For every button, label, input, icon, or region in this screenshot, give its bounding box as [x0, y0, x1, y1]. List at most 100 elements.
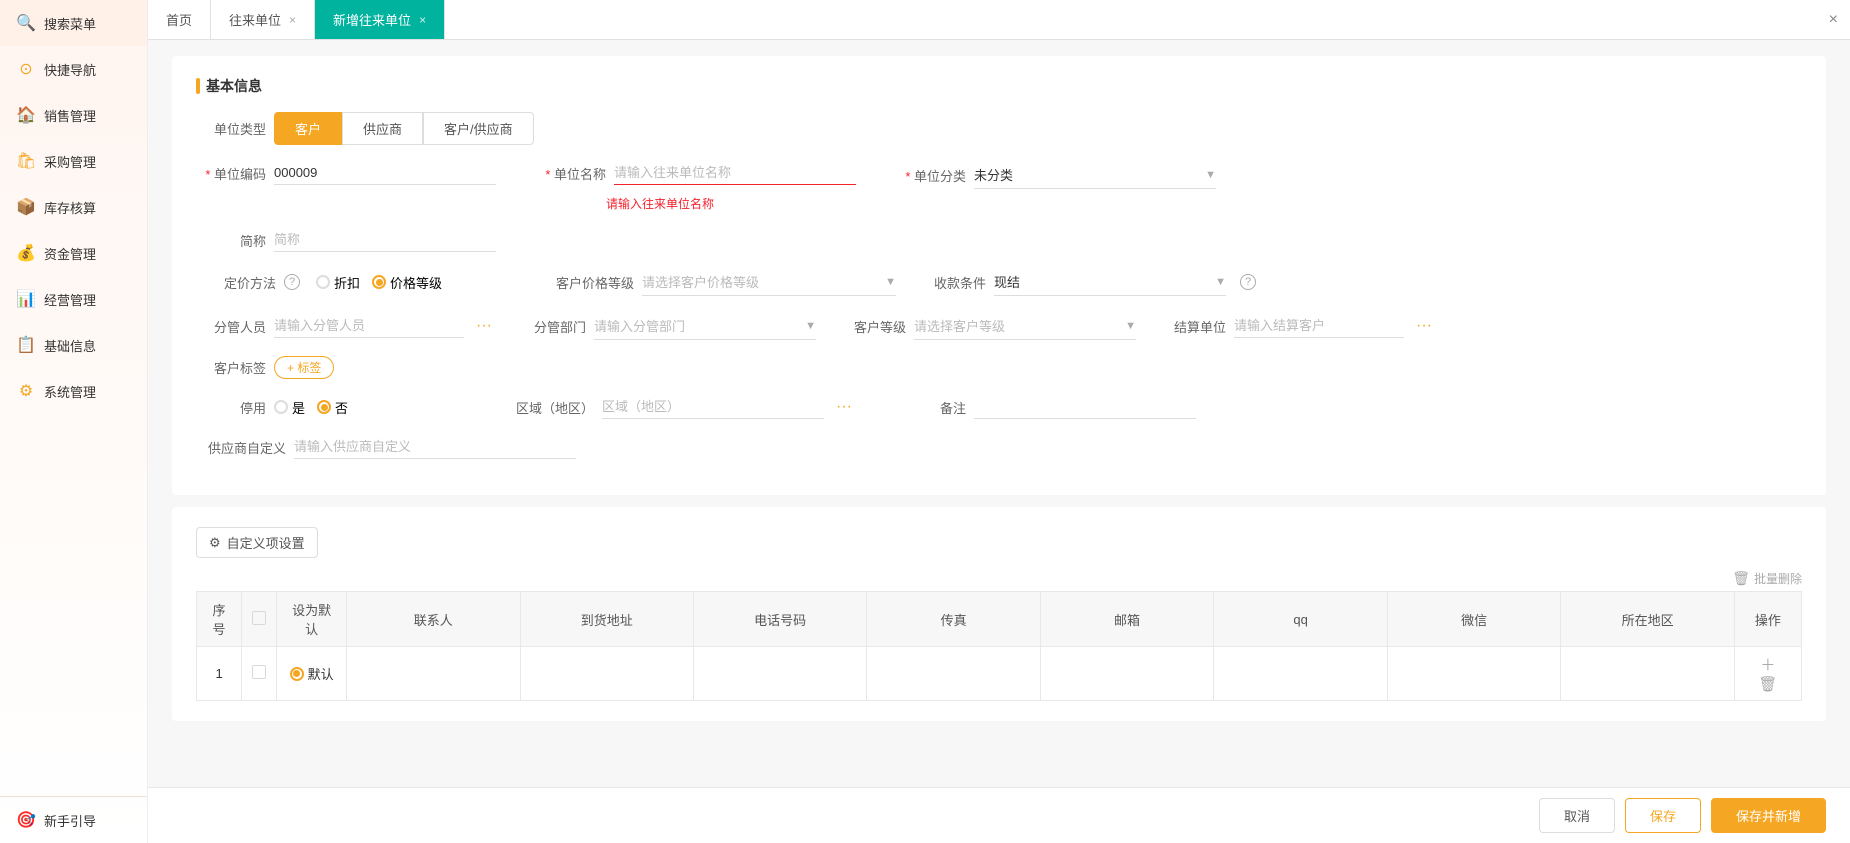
- customer-price-level-label: 客户价格等级: [556, 273, 634, 292]
- quicknav-icon: ⊙: [16, 59, 36, 79]
- tab-label: 往来单位: [229, 10, 281, 29]
- purchase-icon: 🛍: [16, 151, 36, 171]
- disabled-yes-radio[interactable]: 是: [274, 398, 305, 417]
- col-checkbox: [242, 592, 277, 647]
- manager-input[interactable]: [274, 314, 464, 338]
- row-fax-cell[interactable]: [867, 647, 1040, 701]
- row-default-radio[interactable]: 默认: [287, 664, 336, 683]
- row-email-cell[interactable]: [1040, 647, 1213, 701]
- sidebar-item-inventory[interactable]: 📦 库存核算: [0, 184, 147, 230]
- settlement-unit-input[interactable]: [1234, 314, 1404, 338]
- sidebar-item-purchase[interactable]: 🛍 采购管理: [0, 138, 147, 184]
- unit-code-input[interactable]: [274, 161, 496, 185]
- manager-more-icon[interactable]: ···: [472, 317, 496, 335]
- settlement-unit-label: 结算单位: [1156, 317, 1226, 336]
- row-region-cell[interactable]: [1561, 647, 1734, 701]
- row-contact-cell[interactable]: [347, 647, 520, 701]
- close-all-tabs[interactable]: ×: [1817, 11, 1850, 29]
- supplier-custom-input[interactable]: [294, 435, 576, 459]
- customer-level-placeholder: 请选择客户等级: [914, 316, 1005, 335]
- customer-level-field: 客户等级 请选择客户等级 ▼: [836, 312, 1136, 340]
- row-address-cell[interactable]: [520, 647, 693, 701]
- search-icon: 🔍: [16, 13, 36, 33]
- unit-name-input[interactable]: [614, 161, 856, 185]
- sidebar-item-ops[interactable]: 📊 经营管理: [0, 276, 147, 322]
- add-tag-button[interactable]: + 标签: [274, 356, 334, 379]
- row-add-button[interactable]: ＋: [1757, 657, 1778, 674]
- unit-type-field: 单位类型 客户 供应商 客户/供应商: [196, 112, 534, 145]
- select-all-checkbox[interactable]: [252, 611, 266, 625]
- sidebar-item-base[interactable]: 📋 基础信息: [0, 322, 147, 368]
- supplier-custom-label: 供应商自定义: [196, 438, 286, 457]
- section-bar: [196, 78, 200, 94]
- pricing-level-radio-circle: [372, 275, 386, 289]
- remark-input[interactable]: [974, 395, 1196, 419]
- dept-select[interactable]: 请输入分管部门 ▼: [594, 312, 816, 340]
- row-qq-input[interactable]: [1224, 666, 1377, 681]
- customer-price-level-select[interactable]: 请选择客户价格等级 ▼: [642, 268, 896, 296]
- cancel-button[interactable]: 取消: [1539, 798, 1615, 833]
- guide-icon: 🎯: [16, 810, 36, 830]
- sidebar-item-finance[interactable]: 💰 资金管理: [0, 230, 147, 276]
- custom-settings-button[interactable]: ⚙ 自定义项设置: [196, 527, 318, 558]
- pricing-method-radio-group: 折扣 价格等级: [316, 273, 442, 292]
- row-wechat-cell[interactable]: [1387, 647, 1560, 701]
- abbr-label: 简称: [196, 231, 266, 250]
- row-qq-cell[interactable]: [1214, 647, 1388, 701]
- pricing-method-help-icon[interactable]: ?: [284, 274, 300, 290]
- sidebar-item-sales[interactable]: 🏠 销售管理: [0, 92, 147, 138]
- unit-type-both-btn[interactable]: 客户/供应商: [423, 112, 534, 145]
- row-region-input[interactable]: [1571, 666, 1723, 681]
- abbr-input[interactable]: [274, 228, 496, 252]
- supplier-custom-field: 供应商自定义: [196, 435, 576, 459]
- tab-partner-list[interactable]: 往来单位 ×: [211, 0, 315, 39]
- disabled-row: 停用 是 否 区域（地区）: [196, 395, 1802, 419]
- unit-category-select[interactable]: 未分类 ▼: [974, 161, 1216, 189]
- save-new-button[interactable]: 保存并新增: [1711, 798, 1826, 833]
- tab-home[interactable]: 首页: [148, 0, 211, 39]
- sidebar-item-label: 新手引导: [44, 811, 96, 830]
- disabled-radio-group: 是 否: [274, 398, 348, 417]
- close-tab-partner-list[interactable]: ×: [289, 13, 296, 27]
- close-tab-add-partner[interactable]: ×: [419, 13, 426, 27]
- row-phone-cell[interactable]: [693, 647, 866, 701]
- sidebar-item-search[interactable]: 🔍 搜索菜单: [0, 0, 147, 46]
- payment-terms-value: 现结: [994, 272, 1020, 291]
- row-email-input[interactable]: [1051, 666, 1203, 681]
- payment-terms-help-icon[interactable]: ?: [1240, 274, 1256, 290]
- contact-section: ⚙ 自定义项设置 🗑 批量删除 序号 设为默认 联系人 到货地址 电话号码 传真: [172, 507, 1826, 721]
- customer-price-level-arrow-icon: ▼: [885, 276, 896, 288]
- pricing-level-radio[interactable]: 价格等级: [372, 273, 442, 292]
- form-area: 基本信息 单位类型 客户 供应商 客户/供应商 单位编码: [148, 40, 1850, 787]
- region-input[interactable]: [602, 395, 824, 419]
- row-delete-button[interactable]: 🗑: [1755, 676, 1780, 693]
- row-phone-input[interactable]: [704, 666, 856, 681]
- unit-type-supplier-btn[interactable]: 供应商: [342, 112, 423, 145]
- settlement-unit-more-icon[interactable]: ···: [1412, 317, 1436, 335]
- sidebar-item-label: 库存核算: [44, 198, 96, 217]
- disabled-no-radio[interactable]: 否: [317, 398, 348, 417]
- sidebar-item-quicknav[interactable]: ⊙ 快捷导航: [0, 46, 147, 92]
- row-checkbox[interactable]: [252, 665, 266, 679]
- unit-type-customer-btn[interactable]: 客户: [274, 112, 342, 145]
- row-fax-input[interactable]: [877, 666, 1029, 681]
- region-more-icon[interactable]: ···: [832, 398, 856, 416]
- unit-code-row: 单位编码 单位名称 请输入往来单位名称 单位分类: [196, 161, 1802, 212]
- pricing-level-label: 价格等级: [390, 273, 442, 292]
- tab-add-partner[interactable]: 新增往来单位 ×: [315, 0, 445, 39]
- sidebar-item-system[interactable]: ⚙ 系统管理: [0, 368, 147, 414]
- pricing-method-field: 定价方法 ? 折扣 价格等级: [196, 273, 536, 292]
- dept-placeholder: 请输入分管部门: [594, 316, 685, 335]
- row-contact-input[interactable]: [357, 666, 509, 681]
- sidebar-item-label: 资金管理: [44, 244, 96, 263]
- sidebar-item-guide[interactable]: 🎯 新手引导: [0, 797, 147, 843]
- payment-terms-select[interactable]: 现结 ▼: [994, 268, 1226, 296]
- customer-level-select[interactable]: 请选择客户等级 ▼: [914, 312, 1136, 340]
- section-title: 基本信息: [206, 76, 262, 96]
- batch-delete-label[interactable]: 批量删除: [1754, 570, 1802, 587]
- save-button[interactable]: 保存: [1625, 798, 1701, 833]
- row-address-input[interactable]: [531, 666, 683, 681]
- row-wechat-input[interactable]: [1398, 666, 1550, 681]
- pricing-discount-radio[interactable]: 折扣: [316, 273, 360, 292]
- unit-category-label: 单位分类: [896, 166, 966, 185]
